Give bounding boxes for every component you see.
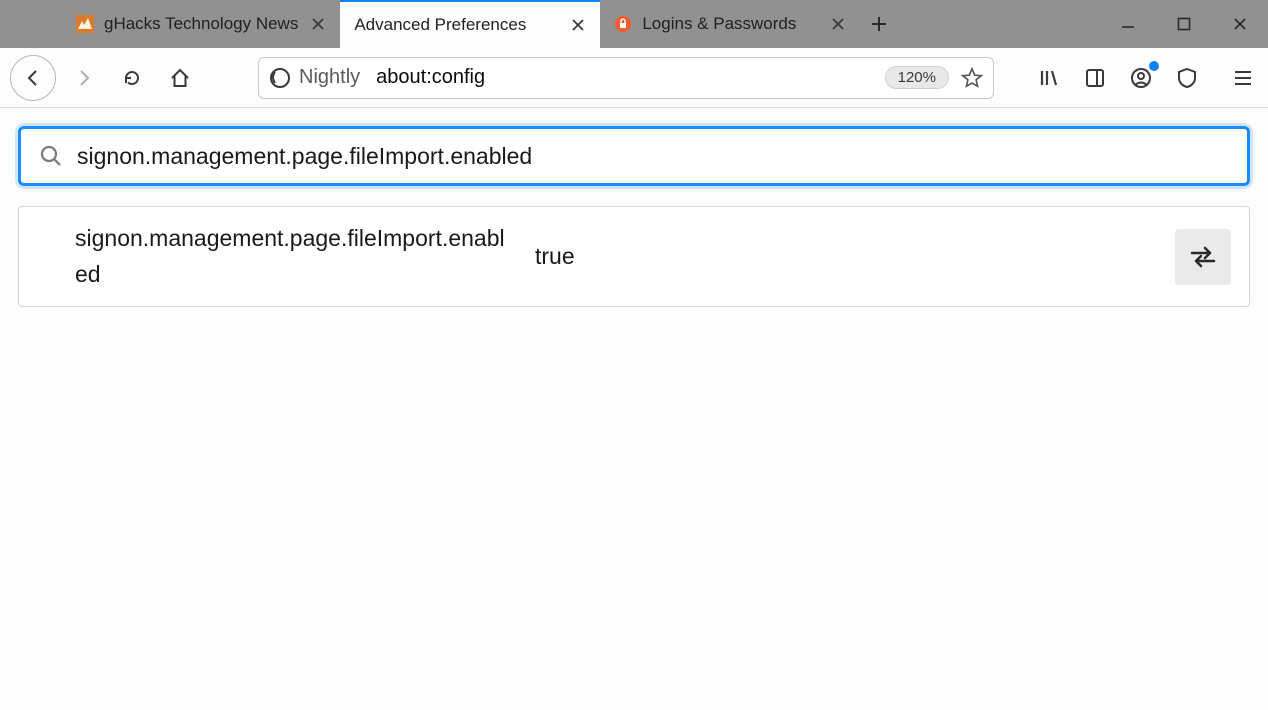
toggle-button[interactable] [1175, 229, 1231, 285]
notification-dot [1149, 61, 1159, 71]
tab-advanced-preferences[interactable]: Advanced Preferences [340, 0, 600, 48]
account-icon[interactable] [1126, 63, 1156, 93]
new-tab-button[interactable] [860, 0, 898, 48]
pref-search-container [18, 126, 1250, 186]
pref-name: signon.management.page.fileImport.enable… [75, 221, 515, 292]
tab-title: Logins & Passwords [642, 14, 818, 34]
titlebar: gHacks Technology News Advanced Preferen… [0, 0, 1268, 48]
tab-title: Advanced Preferences [354, 15, 558, 35]
toolbar-right [1034, 63, 1258, 93]
favicon-ghacks [76, 15, 94, 33]
home-button[interactable] [160, 58, 200, 98]
maximize-button[interactable] [1156, 0, 1212, 48]
close-icon[interactable] [826, 12, 850, 36]
sidebar-icon[interactable] [1080, 63, 1110, 93]
library-icon[interactable] [1034, 63, 1064, 93]
pref-row: signon.management.page.fileImport.enable… [18, 206, 1250, 307]
toggle-arrows-icon [1188, 246, 1218, 268]
tab-strip: gHacks Technology News Advanced Preferen… [62, 0, 898, 48]
toolbar: Nightly about:config 120% [0, 48, 1268, 108]
close-icon[interactable] [306, 12, 330, 36]
identity-label: Nightly [299, 66, 360, 89]
tab-title: gHacks Technology News [104, 14, 298, 34]
shield-icon[interactable] [1172, 63, 1202, 93]
reload-button[interactable] [112, 58, 152, 98]
zoom-badge[interactable]: 120% [885, 66, 949, 89]
tab-logins-passwords[interactable]: Logins & Passwords [600, 0, 860, 48]
window-controls [1100, 0, 1268, 48]
tab-ghacks[interactable]: gHacks Technology News [62, 0, 340, 48]
identity-box[interactable]: Nightly [269, 66, 372, 89]
favicon-logins [614, 15, 632, 33]
menu-icon[interactable] [1228, 63, 1258, 93]
close-icon[interactable] [566, 13, 590, 37]
back-button[interactable] [10, 55, 56, 101]
bookmark-star-icon[interactable] [957, 63, 987, 93]
url-text: about:config [372, 66, 884, 89]
pref-search-input[interactable] [77, 143, 1229, 170]
close-button[interactable] [1212, 0, 1268, 48]
pref-value: true [515, 243, 1175, 270]
url-bar[interactable]: Nightly about:config 120% [258, 57, 994, 99]
forward-button[interactable] [64, 58, 104, 98]
content-area: signon.management.page.fileImport.enable… [0, 108, 1268, 325]
firefox-icon [269, 67, 291, 89]
minimize-button[interactable] [1100, 0, 1156, 48]
search-icon [39, 144, 63, 168]
